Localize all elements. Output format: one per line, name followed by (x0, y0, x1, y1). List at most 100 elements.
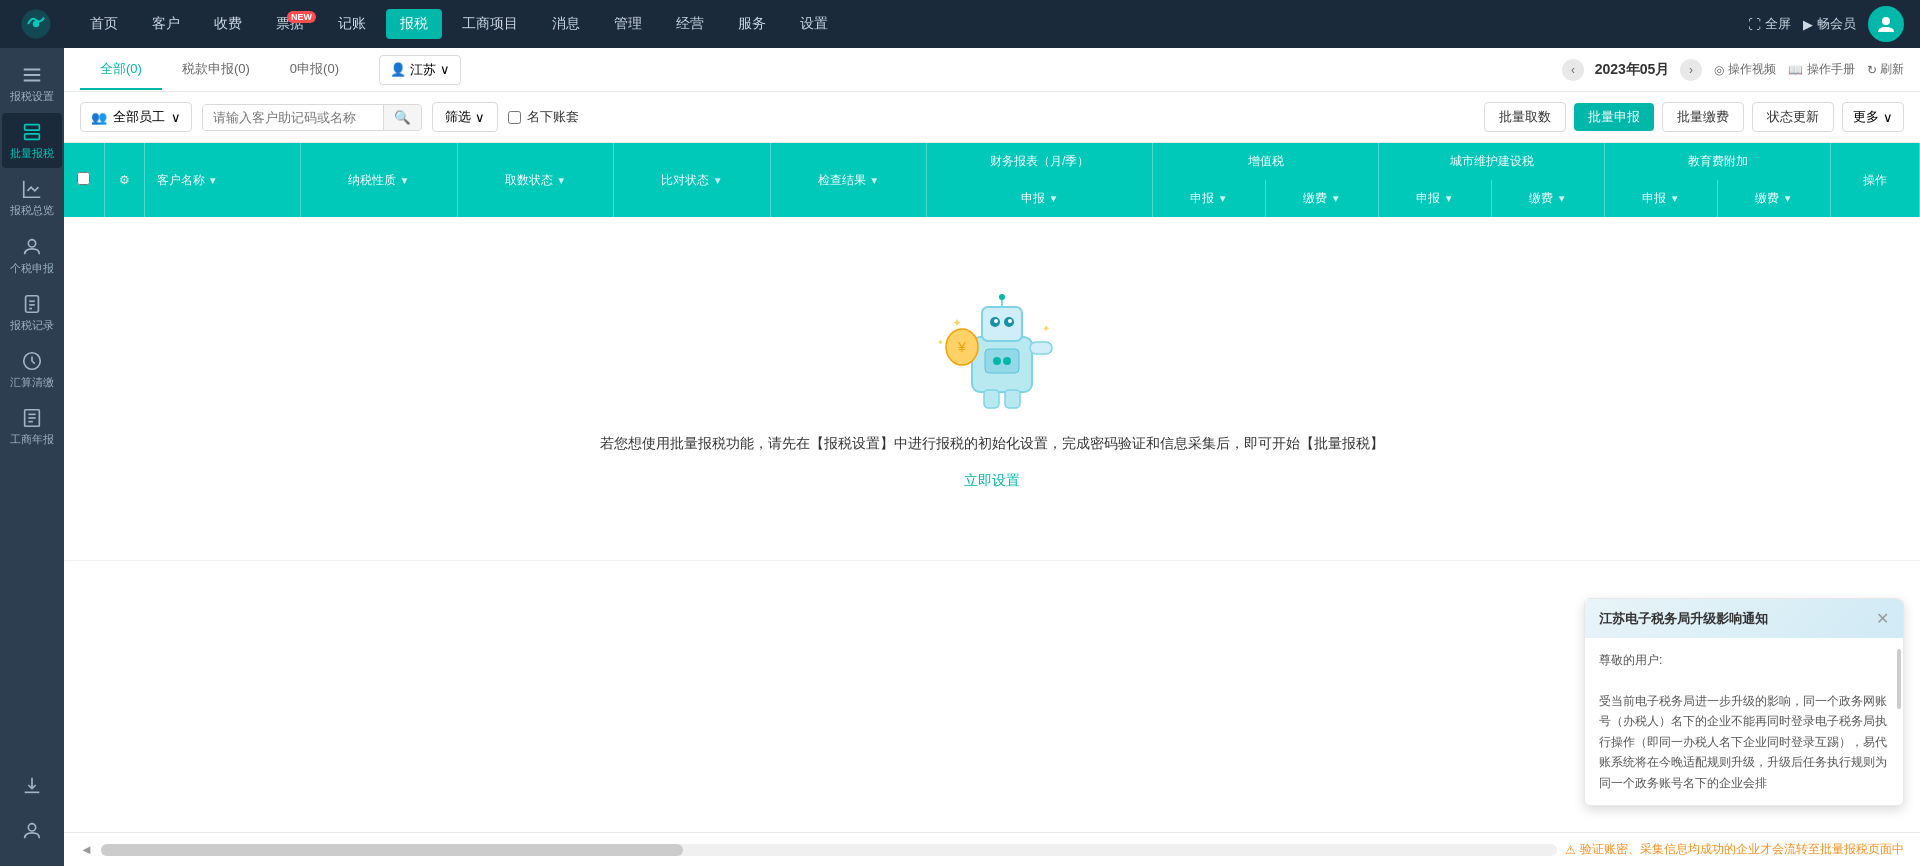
nav-right-actions: ⛶ 全屏 ▶ 畅会员 (1748, 6, 1904, 42)
filter-icon-vat-dec[interactable]: ▼ (1218, 193, 1228, 204)
left-arrow-icon[interactable]: ◄ (80, 842, 93, 857)
sidebar-label-batch-tax: 批量报税 (10, 147, 54, 160)
op-video-link[interactable]: ◎ 操作视频 (1714, 61, 1776, 78)
horizontal-scrollbar[interactable] (101, 844, 1557, 856)
employee-select[interactable]: 👥 全部员工 ∨ (80, 102, 192, 132)
book-icon: 📖 (1788, 63, 1803, 77)
sidebar-item-settlement[interactable]: 汇算清缴 (2, 342, 62, 397)
filter-icon-tax-nature[interactable]: ▼ (400, 175, 410, 186)
nav-accounting[interactable]: 记账 (324, 9, 380, 39)
th-city-declare: 申报 ▼ (1379, 180, 1492, 217)
sidebar-label-annual-report: 工商年报 (10, 433, 54, 446)
checkbox-label-accounts[interactable]: 名下账套 (508, 108, 579, 126)
filter-icon-compare[interactable]: ▼ (713, 175, 723, 186)
nav-business[interactable]: 工商项目 (448, 9, 532, 39)
province-selector[interactable]: 👤 江苏 ∨ (379, 55, 461, 85)
th-edu-pay: 缴费 ▼ (1718, 180, 1831, 217)
search-input[interactable] (203, 105, 383, 130)
notification-header: 江苏电子税务局升级影响通知 ✕ (1585, 599, 1903, 638)
sidebar-item-user-profile[interactable] (2, 812, 62, 850)
filter-icon-fin-dec[interactable]: ▼ (1048, 193, 1058, 204)
notification-body: 尊敬的用户:受当前电子税务局进一步升级的影响，同一个政务网账号（办税人）名下的企… (1585, 638, 1903, 805)
fullscreen-button[interactable]: ⛶ 全屏 (1748, 15, 1791, 33)
nav-service[interactable]: 服务 (724, 9, 780, 39)
th-edu-declare: 申报 ▼ (1605, 180, 1718, 217)
svg-point-31 (1003, 357, 1011, 365)
search-button[interactable]: 🔍 (383, 105, 421, 130)
filter-icon-customer[interactable]: ▼ (208, 175, 218, 186)
empty-state-row: ¥ ✦ ✦ ✦ 若您想使用批量报税功能，请先在【报税设置】中进行报税的初始化设置… (64, 217, 1920, 561)
nav-billing[interactable]: 收费 (200, 9, 256, 39)
nav-operation[interactable]: 经营 (662, 9, 718, 39)
th-city-pay: 缴费 ▼ (1492, 180, 1605, 217)
tab-zero-declare[interactable]: 0申报(0) (270, 50, 359, 90)
filter-icon-vat-pay[interactable]: ▼ (1331, 193, 1341, 204)
sidebar-item-tax-settings[interactable]: 报税设置 (2, 56, 62, 111)
sub-tabs-row: 全部(0) 税款申报(0) 0申报(0) 👤 江苏 ∨ ‹ 2023年05月 › (64, 48, 1920, 92)
setup-link[interactable]: 立即设置 (964, 472, 1020, 490)
sidebar-item-download[interactable] (2, 766, 62, 804)
bottom-bar: ◄ ⚠ 验证账密、采集信息均成功的企业才会流转至批量报税页面中 (64, 832, 1920, 866)
th-financial-group: 财务报表（月/季） (927, 143, 1153, 180)
nav-home[interactable]: 首页 (76, 9, 132, 39)
nav-settings[interactable]: 设置 (786, 9, 842, 39)
nav-message[interactable]: 消息 (538, 9, 594, 39)
empty-state-illustration: ¥ ✦ ✦ ✦ (932, 287, 1052, 407)
sidebar-item-personal-tax[interactable]: 个税申报 (2, 228, 62, 283)
new-badge: NEW (287, 11, 316, 23)
close-notification-button[interactable]: ✕ (1876, 609, 1889, 628)
sidebar-item-tax-overview[interactable]: 报税总览 (2, 170, 62, 225)
notif-scroll-thumb (1897, 649, 1901, 709)
th-financial-declare: 申报 ▼ (927, 180, 1153, 217)
notification-scrollbar[interactable] (1897, 639, 1901, 805)
video-icon: ◎ (1714, 63, 1724, 77)
th-fetch-status: 取数状态 ▼ (457, 143, 614, 217)
nav-manage[interactable]: 管理 (600, 9, 656, 39)
refresh-button[interactable]: ↻ 刷新 (1867, 61, 1904, 78)
filter-button[interactable]: 筛选 ∨ (432, 102, 498, 132)
svg-point-21 (994, 319, 998, 323)
next-month-button[interactable]: › (1680, 59, 1702, 81)
prev-month-button[interactable]: ‹ (1562, 59, 1584, 81)
status-update-button[interactable]: 状态更新 (1752, 102, 1834, 132)
svg-point-22 (1008, 319, 1012, 323)
fullscreen-icon: ⛶ (1748, 17, 1761, 32)
filter-icon-city-pay[interactable]: ▼ (1557, 193, 1567, 204)
sidebar-label-personal-tax: 个税申报 (10, 262, 54, 275)
tab-tax-declare[interactable]: 税款申报(0) (162, 50, 270, 90)
accounts-checkbox[interactable] (508, 111, 521, 124)
batch-fetch-button[interactable]: 批量取数 (1484, 102, 1566, 132)
gear-icon[interactable]: ⚙ (119, 173, 130, 187)
batch-pay-button[interactable]: 批量缴费 (1662, 102, 1744, 132)
th-vat-group: 增值税 (1153, 143, 1379, 180)
nav-customer[interactable]: 客户 (138, 9, 194, 39)
tab-all[interactable]: 全部(0) (80, 50, 162, 90)
refresh-icon: ↻ (1867, 63, 1877, 77)
sidebar-item-tax-records[interactable]: 报税记录 (2, 285, 62, 340)
more-button[interactable]: 更多 ∨ (1842, 102, 1904, 132)
filter-icon-edu-dec[interactable]: ▼ (1670, 193, 1680, 204)
scroll-thumb (101, 844, 683, 856)
nav-invoice[interactable]: 票据 NEW (262, 9, 318, 39)
nav-tax[interactable]: 报税 (386, 9, 442, 39)
svg-rect-18 (982, 307, 1022, 341)
filter-icon-fetch[interactable]: ▼ (556, 175, 566, 186)
svg-point-5 (28, 239, 35, 246)
svg-text:✦: ✦ (937, 338, 944, 347)
select-all-checkbox[interactable] (77, 172, 90, 185)
svg-rect-27 (984, 390, 999, 408)
sidebar-item-annual-report[interactable]: 工商年报 (2, 399, 62, 454)
filter-icon-edu-pay[interactable]: ▼ (1783, 193, 1793, 204)
app-logo[interactable] (16, 4, 56, 44)
empty-state-text: 若您想使用批量报税功能，请先在【报税设置】中进行报税的初始化设置，完成密码验证和… (600, 431, 1384, 456)
th-check-result: 检查结果 ▼ (770, 143, 927, 217)
batch-declare-button[interactable]: 批量申报 (1574, 103, 1654, 131)
svg-point-24 (999, 294, 1005, 300)
sidebar-item-batch-tax[interactable]: 批量报税 (2, 113, 62, 168)
filter-icon-check[interactable]: ▼ (869, 175, 879, 186)
op-manual-link[interactable]: 📖 操作手册 (1788, 61, 1855, 78)
top-navigation: 首页 客户 收费 票据 NEW 记账 报税 工商项目 消息 管理 经营 服务 设… (0, 0, 1920, 48)
filter-icon-city-dec[interactable]: ▼ (1444, 193, 1454, 204)
avatar[interactable] (1868, 6, 1904, 42)
member-button[interactable]: ▶ 畅会员 (1803, 15, 1856, 33)
